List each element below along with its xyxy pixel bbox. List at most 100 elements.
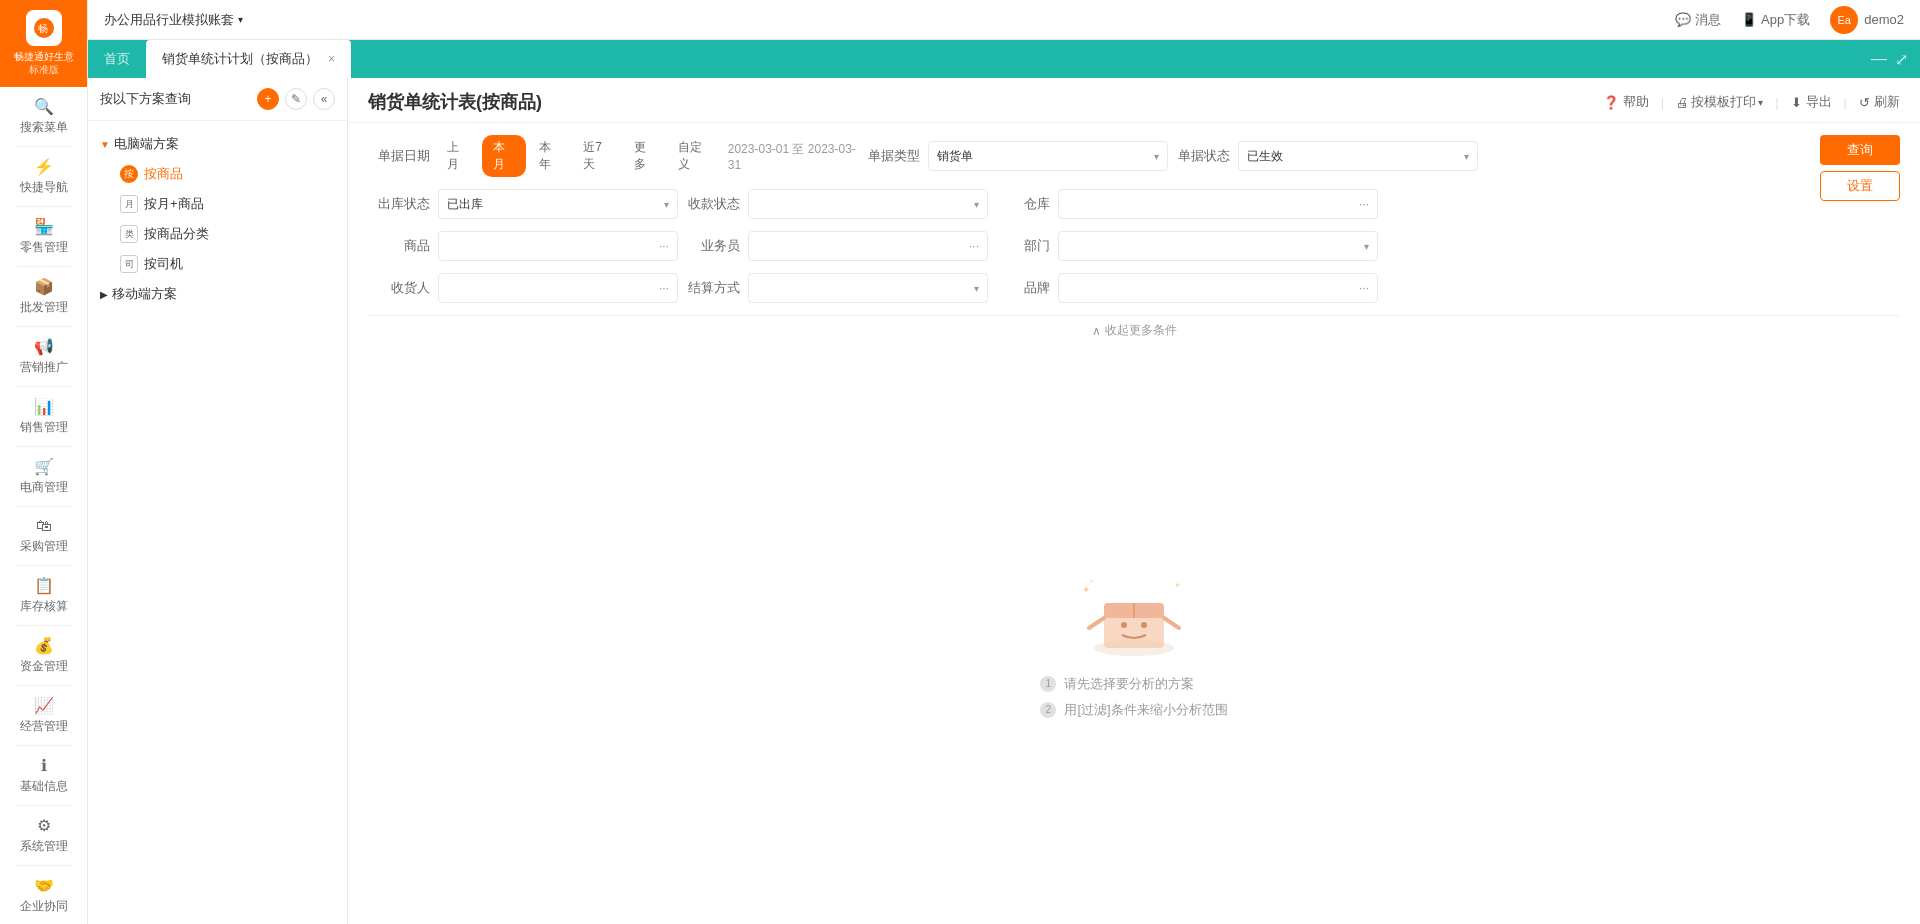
settlement-label: 结算方式 bbox=[678, 279, 748, 297]
sidebar-item-2[interactable]: 🏪零售管理 bbox=[15, 207, 73, 267]
staff-more: ··· bbox=[969, 239, 979, 253]
tree-child-1[interactable]: 月按月+商品 bbox=[88, 189, 347, 219]
template-print-button[interactable]: 🖨 按模板打印 ▾ bbox=[1676, 93, 1763, 111]
nav-icon-2: 🏪 bbox=[34, 217, 54, 236]
warehouse-status-value: 已出库 bbox=[447, 196, 664, 213]
avatar: Ea bbox=[1830, 6, 1858, 34]
collapse-bar[interactable]: ∧ 收起更多条件 bbox=[368, 315, 1900, 345]
tab-close-icon[interactable]: × bbox=[328, 52, 335, 66]
tip-num-2: 2 bbox=[1040, 702, 1056, 718]
edit-icon: ✎ bbox=[291, 92, 301, 106]
divider2: | bbox=[1775, 95, 1778, 110]
brand-control[interactable]: ··· bbox=[1058, 273, 1378, 303]
doc-type-control[interactable]: 销货单 ▾ bbox=[928, 141, 1168, 171]
nav-label-9: 资金管理 bbox=[20, 658, 68, 675]
sidebar-item-13[interactable]: 🤝 企业协同 bbox=[15, 866, 73, 924]
app-download-label: App下载 bbox=[1761, 11, 1810, 29]
panel-header-label: 按以下方案查询 bbox=[100, 90, 191, 108]
doc-type-label: 单据类型 bbox=[858, 147, 928, 165]
edit-scheme-button[interactable]: ✎ bbox=[285, 88, 307, 110]
sidebar-item-1[interactable]: ⚡快捷导航 bbox=[15, 147, 73, 207]
left-panel: 按以下方案查询 + ✎ « ▼ 电脑端方案 bbox=[88, 78, 348, 924]
goods-control[interactable]: ··· bbox=[438, 231, 678, 261]
sidebar-item-4[interactable]: 📢营销推广 bbox=[15, 327, 73, 387]
sidebar-item-10[interactable]: 📈经营管理 bbox=[15, 686, 73, 746]
tab-active[interactable]: 销货单统计计划（按商品） × bbox=[146, 40, 351, 78]
help-icon: ❓ bbox=[1603, 95, 1619, 110]
tab-bar: 首页 销货单统计计划（按商品） × — ⤢ bbox=[88, 40, 1920, 78]
date-group: 上月 本月 本年 近7天 更多 自定义 2023-03-01 至 2023-03… bbox=[438, 135, 858, 177]
tree-child-0[interactable]: 按按商品 bbox=[88, 159, 347, 189]
date-btn-7days[interactable]: 近7天 bbox=[574, 135, 620, 177]
child-label-2: 按商品分类 bbox=[144, 225, 209, 243]
user-profile[interactable]: Ea demo2 bbox=[1830, 6, 1904, 34]
sidebar-item-5[interactable]: 📊销售管理 bbox=[15, 387, 73, 447]
page-header: 销货单统计表(按商品) ❓ 帮助 | 🖨 按模板打印 ▾ | ⬇ bbox=[348, 78, 1920, 123]
sidebar-item-0[interactable]: 🔍搜索菜单 bbox=[15, 87, 73, 147]
sidebar-item-8[interactable]: 📋库存核算 bbox=[15, 566, 73, 626]
warehouse-control[interactable]: ··· bbox=[1058, 189, 1378, 219]
industry-selector[interactable]: 办公用品行业模拟账套 ▾ bbox=[104, 11, 243, 29]
nav-icon-13: 🤝 bbox=[34, 876, 54, 895]
nav-label-11: 基础信息 bbox=[20, 778, 68, 795]
sidebar-item-7[interactable]: 🛍采购管理 bbox=[15, 507, 73, 566]
sidebar-item-6[interactable]: 🛒电商管理 bbox=[15, 447, 73, 507]
refresh-button[interactable]: ↺ 刷新 bbox=[1859, 93, 1900, 111]
filter-row-2: 出库状态 已出库 ▾ 收款状态 ▾ 仓库 bbox=[368, 189, 1808, 219]
top-header: 办公用品行业模拟账套 ▾ 💬 消息 📱 App下载 Ea demo2 bbox=[88, 0, 1920, 40]
help-button[interactable]: ❓ 帮助 bbox=[1603, 93, 1649, 111]
consignee-more: ··· bbox=[659, 281, 669, 295]
maximize-icon[interactable]: ⤢ bbox=[1895, 50, 1908, 69]
warehouse-label: 仓库 bbox=[988, 195, 1058, 213]
nav-label-10: 经营管理 bbox=[20, 718, 68, 735]
brand-label: 品牌 bbox=[988, 279, 1058, 297]
nav-icon-0: 🔍 bbox=[34, 97, 54, 116]
date-btn-this-year[interactable]: 本年 bbox=[530, 135, 570, 177]
sidebar-item-9[interactable]: 💰资金管理 bbox=[15, 626, 73, 686]
dept-arrow: ▾ bbox=[1364, 241, 1369, 252]
app-download-button[interactable]: 📱 App下载 bbox=[1741, 11, 1810, 29]
page-title: 销货单统计表(按商品) bbox=[368, 90, 542, 114]
collapse-panel-button[interactable]: « bbox=[313, 88, 335, 110]
tab-active-label: 销货单统计计划（按商品） bbox=[162, 50, 318, 68]
staff-control[interactable]: ··· bbox=[748, 231, 988, 261]
sidebar-item-3[interactable]: 📦批发管理 bbox=[15, 267, 73, 327]
avatar-text: Ea bbox=[1838, 14, 1851, 26]
warehouse-status-control[interactable]: 已出库 ▾ bbox=[438, 189, 678, 219]
user-name: demo2 bbox=[1864, 12, 1904, 27]
nav-label-12: 系统管理 bbox=[20, 838, 68, 855]
date-btn-custom[interactable]: 自定义 bbox=[669, 135, 720, 177]
export-icon: ⬇ bbox=[1791, 95, 1802, 110]
settings-button[interactable]: 设置 bbox=[1820, 171, 1900, 201]
add-scheme-button[interactable]: + bbox=[257, 88, 279, 110]
message-button[interactable]: 💬 消息 bbox=[1675, 11, 1721, 29]
date-btn-more[interactable]: 更多 bbox=[625, 135, 665, 177]
sidebar-item-12[interactable]: ⚙系统管理 bbox=[15, 806, 73, 866]
tip-num-1: 1 bbox=[1040, 676, 1056, 692]
payment-status-control[interactable]: ▾ bbox=[748, 189, 988, 219]
nav-label-13: 企业协同 bbox=[20, 898, 68, 915]
consignee-control[interactable]: ··· bbox=[438, 273, 678, 303]
minimize-icon[interactable]: — bbox=[1871, 50, 1887, 68]
svg-text:✦: ✦ bbox=[1089, 578, 1094, 584]
date-btn-this-month[interactable]: 本月 bbox=[482, 135, 526, 177]
tree-parent-mobile[interactable]: ▶ 移动端方案 bbox=[88, 279, 347, 309]
svg-point-7 bbox=[1141, 622, 1147, 628]
chevron-down-icon2: ▾ bbox=[1758, 97, 1763, 108]
mobile-section-label: 移动端方案 bbox=[112, 285, 177, 303]
settlement-control[interactable]: ▾ bbox=[748, 273, 988, 303]
sidebar-logo[interactable]: 畅 畅捷通好生意 标准版 bbox=[0, 0, 87, 87]
tip-text-1: 请先选择要分析的方案 bbox=[1064, 675, 1194, 693]
tree-parent-computer[interactable]: ▼ 电脑端方案 bbox=[88, 129, 347, 159]
sidebar-item-11[interactable]: ℹ基础信息 bbox=[15, 746, 73, 806]
warehouse-more: ··· bbox=[1359, 197, 1369, 211]
export-button[interactable]: ⬇ 导出 bbox=[1791, 93, 1832, 111]
query-button[interactable]: 查询 bbox=[1820, 135, 1900, 165]
dept-control[interactable]: ▾ bbox=[1058, 231, 1378, 261]
tree-child-3[interactable]: 司按司机 bbox=[88, 249, 347, 279]
nav-icon-4: 📢 bbox=[34, 337, 54, 356]
date-btn-last-month[interactable]: 上月 bbox=[438, 135, 478, 177]
tree-child-2[interactable]: 类按商品分类 bbox=[88, 219, 347, 249]
doc-status-control[interactable]: 已生效 ▾ bbox=[1238, 141, 1478, 171]
tab-home[interactable]: 首页 bbox=[88, 40, 146, 78]
